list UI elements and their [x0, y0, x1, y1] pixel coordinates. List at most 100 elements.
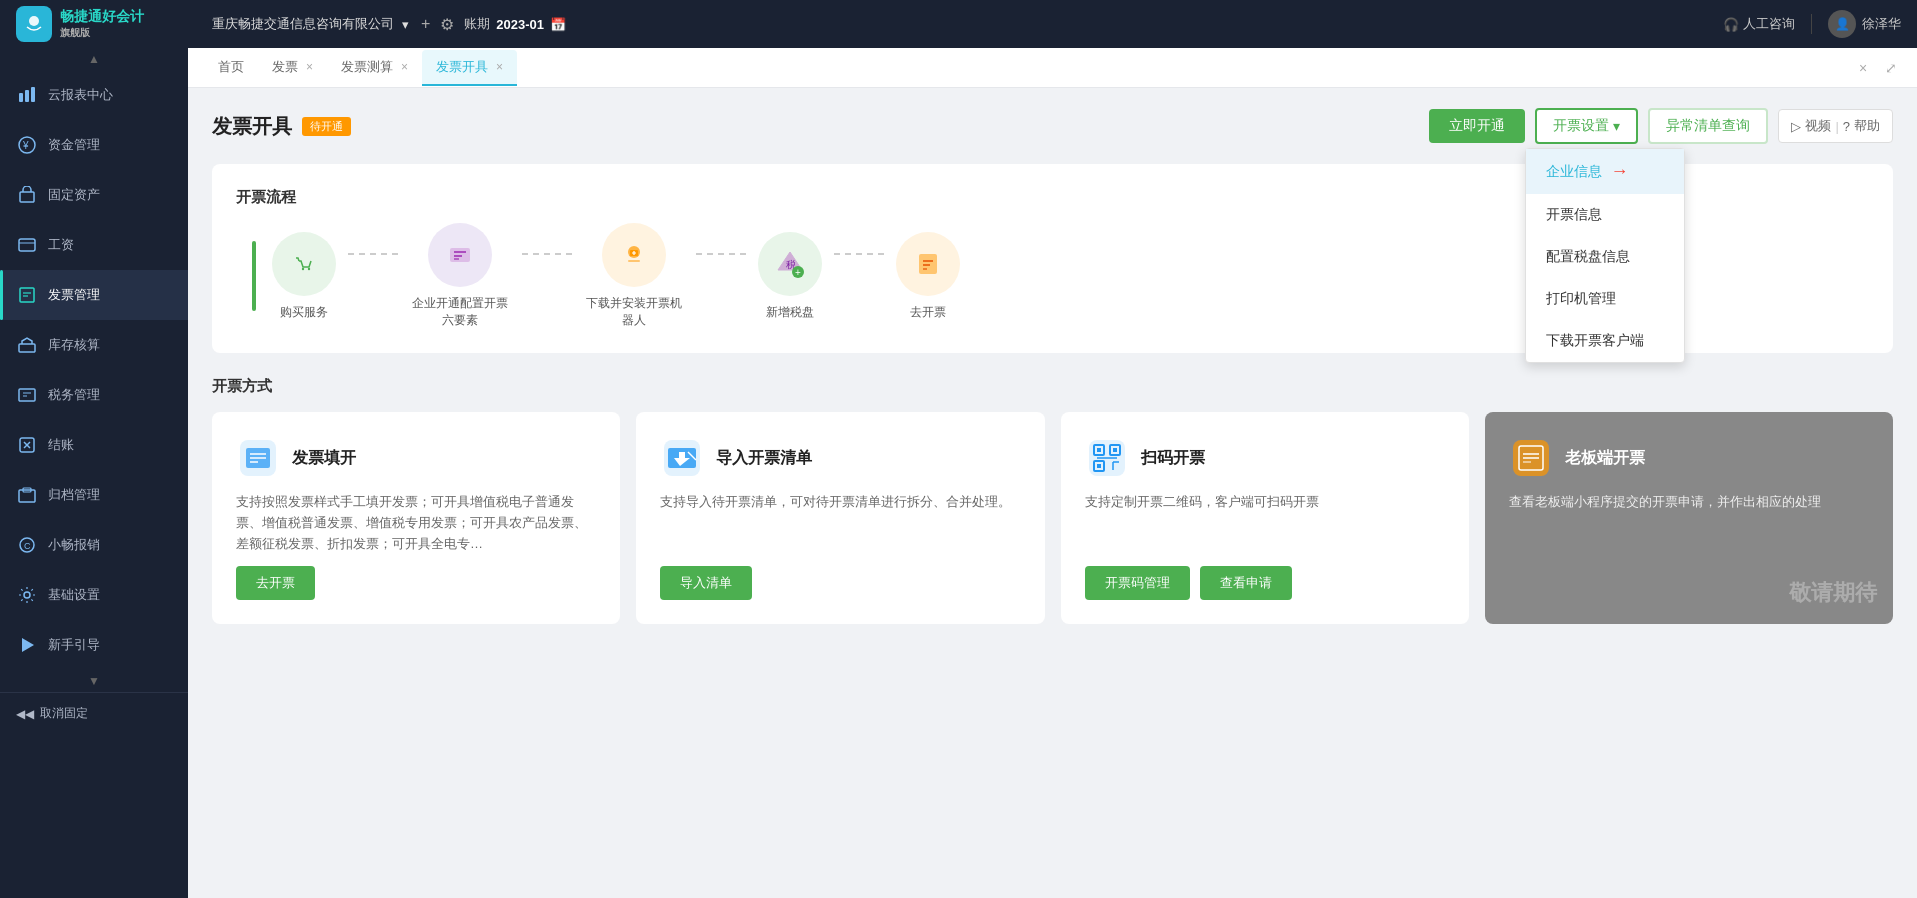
tab-invoice[interactable]: 发票 ×	[258, 50, 327, 86]
close-window-btn[interactable]: ×	[1853, 58, 1873, 78]
content-area: 首页 发票 × 发票测算 × 发票开具 × × ⤢	[188, 48, 1917, 898]
support-label: 人工咨询	[1743, 15, 1795, 33]
sidebar-item-expense[interactable]: C 小畅报销	[0, 520, 188, 570]
svg-rect-12	[19, 344, 35, 352]
method-scan-desc: 支持定制开票二维码，客户端可扫码开票	[1085, 492, 1445, 513]
tab-invoice-calc[interactable]: 发票测算 ×	[327, 50, 422, 86]
basic-settings-icon	[16, 584, 38, 606]
activate-btn[interactable]: 立即开通	[1429, 109, 1525, 143]
arrow-indicator: →	[1610, 161, 1628, 182]
methods-container: 发票填开 支持按照发票样式手工填开发票；可开具增值税电子普通发票、增值税普通发票…	[212, 412, 1893, 624]
sidebar-item-accounting[interactable]: 结账	[0, 420, 188, 470]
abnormal-list-btn[interactable]: 异常清单查询	[1648, 108, 1768, 144]
company-selector[interactable]: 重庆畅捷交通信息咨询有限公司 ▾	[212, 15, 409, 33]
tab-bar: 首页 发票 × 发票测算 × 发票开具 × × ⤢	[188, 48, 1917, 88]
page-header: 发票开具 待开通 立即开通 开票设置 ▾	[212, 108, 1893, 144]
expense-icon: C	[16, 534, 38, 556]
sidebar-item-archive[interactable]: 归档管理	[0, 470, 188, 520]
tab-invoice-calc-close[interactable]: ×	[401, 60, 408, 74]
settings-btn[interactable]: ⚙	[440, 15, 454, 34]
support-btn[interactable]: 🎧 人工咨询	[1723, 15, 1795, 33]
tab-invoice-calc-label: 发票测算	[341, 58, 393, 76]
tab-home[interactable]: 首页	[204, 50, 258, 86]
svg-point-25	[292, 252, 316, 276]
svg-rect-39	[919, 254, 937, 274]
sidebar-label-capital: 资金管理	[48, 136, 100, 154]
top-bar-actions: 🎧 人工咨询 👤 徐泽华	[1723, 10, 1901, 38]
flow-step-config: 企业开通配置开票六要素	[410, 223, 510, 329]
flow-step-open-label: 去开票	[910, 304, 946, 321]
tax-icon	[16, 384, 38, 406]
sidebar-item-basic-settings[interactable]: 基础设置	[0, 570, 188, 620]
cancel-pin-label: 取消固定	[40, 705, 88, 722]
manual-invoice-btn[interactable]: 去开票	[236, 566, 315, 600]
sidebar-item-invoice[interactable]: 发票管理	[0, 270, 188, 320]
maximize-window-btn[interactable]: ⤢	[1881, 58, 1901, 78]
sidebar-item-payroll[interactable]: 工资	[0, 220, 188, 270]
sidebar-cancel-pin[interactable]: ◀◀ 取消固定	[0, 692, 188, 734]
view-apply-btn[interactable]: 查看申请	[1200, 566, 1292, 600]
sidebar-item-cloud-report[interactable]: 云报表中心	[0, 70, 188, 120]
scroll-up-btn[interactable]: ▲	[0, 48, 188, 70]
sidebar-label-accounting: 结账	[48, 436, 74, 454]
dropdown-item-download-client[interactable]: 下载开票客户端	[1526, 320, 1684, 362]
flow-step-buy-icon	[272, 232, 336, 296]
page-content: 发票开具 待开通 立即开通 开票设置 ▾	[188, 88, 1917, 898]
sidebar-item-guide[interactable]: 新手引导	[0, 620, 188, 670]
method-boss-icon	[1509, 436, 1553, 480]
dropdown-item-invoice-info[interactable]: 开票信息	[1526, 194, 1684, 236]
svg-point-0	[29, 16, 39, 26]
page-title-area: 发票开具 待开通	[212, 113, 351, 140]
method-card-scan: 扫码开票 支持定制开票二维码，客户端可扫码开票 开票码管理 查看申请	[1061, 412, 1469, 624]
sidebar-label-expense: 小畅报销	[48, 536, 100, 554]
period-info: 账期 2023-01 📅	[464, 15, 566, 33]
sidebar-label-cloud-report: 云报表中心	[48, 86, 113, 104]
tab-bar-right: × ⤢	[1845, 58, 1901, 78]
scan-code-mgr-btn[interactable]: 开票码管理	[1085, 566, 1190, 600]
tab-invoice-close[interactable]: ×	[306, 60, 313, 74]
svg-marker-24	[22, 638, 34, 652]
tax-config-label: 配置税盘信息	[1546, 248, 1630, 264]
methods-section-title: 开票方式	[212, 377, 1893, 396]
sidebar-item-inventory[interactable]: 库存核算	[0, 320, 188, 370]
tab-invoice-open[interactable]: 发票开具 ×	[422, 50, 517, 86]
method-manual-actions: 去开票	[236, 566, 596, 600]
sidebar-item-tax[interactable]: 税务管理	[0, 370, 188, 420]
dropdown-item-tax-config[interactable]: 配置税盘信息	[1526, 236, 1684, 278]
sidebar-label-guide: 新手引导	[48, 636, 100, 654]
flow-step-config-label: 企业开通配置开票六要素	[410, 295, 510, 329]
cloud-report-icon	[16, 84, 38, 106]
question-icon: ?	[1843, 119, 1850, 134]
video-help-btn[interactable]: ▷ 视频 | ? 帮助	[1778, 109, 1893, 143]
company-dropdown-icon: ▾	[402, 17, 409, 32]
sidebar-item-assets[interactable]: 固定资产	[0, 170, 188, 220]
flow-divider-3	[696, 253, 746, 279]
flow-divider-2	[522, 253, 572, 279]
tab-invoice-open-close[interactable]: ×	[496, 60, 503, 74]
main-area: ▲ 云报表中心 ¥ 资金管理 固定资产	[0, 48, 1917, 898]
flow-step-add-tax-label: 新增税盘	[766, 304, 814, 321]
calendar-icon[interactable]: 📅	[550, 17, 566, 32]
sidebar-label-archive: 归档管理	[48, 486, 100, 504]
accounting-icon	[16, 434, 38, 456]
method-card-manual: 发票填开 支持按照发票样式手工填开发票；可开具增值税电子普通发票、增值税普通发票…	[212, 412, 620, 624]
dropdown-item-printer[interactable]: 打印机管理	[1526, 278, 1684, 320]
add-tab-btn[interactable]: +	[421, 15, 430, 33]
sidebar-item-capital[interactable]: ¥ 资金管理	[0, 120, 188, 170]
flow-step-buy-label: 购买服务	[280, 304, 328, 321]
svg-rect-3	[31, 87, 35, 102]
method-manual-icon	[236, 436, 280, 480]
sidebar: ▲ 云报表中心 ¥ 资金管理 固定资产	[0, 48, 188, 898]
svg-rect-28	[450, 248, 470, 262]
import-list-btn[interactable]: 导入清单	[660, 566, 752, 600]
svg-text:C: C	[24, 541, 31, 551]
company-name: 重庆畅捷交通信息咨询有限公司	[212, 15, 394, 33]
dropdown-item-company-info[interactable]: 企业信息 →	[1526, 149, 1684, 194]
invoice-info-label: 开票信息	[1546, 206, 1602, 222]
app-container: 畅捷通好会计 旗舰版 重庆畅捷交通信息咨询有限公司 ▾ + ⚙ 账期 2023-…	[0, 0, 1917, 898]
header-actions: 立即开通 开票设置 ▾ 企业信息 →	[1429, 108, 1893, 144]
video-label: 视频	[1805, 117, 1831, 135]
scroll-down-btn[interactable]: ▼	[0, 670, 188, 692]
company-info-label: 企业信息	[1546, 163, 1602, 181]
settings-btn[interactable]: 开票设置 ▾	[1535, 108, 1638, 144]
